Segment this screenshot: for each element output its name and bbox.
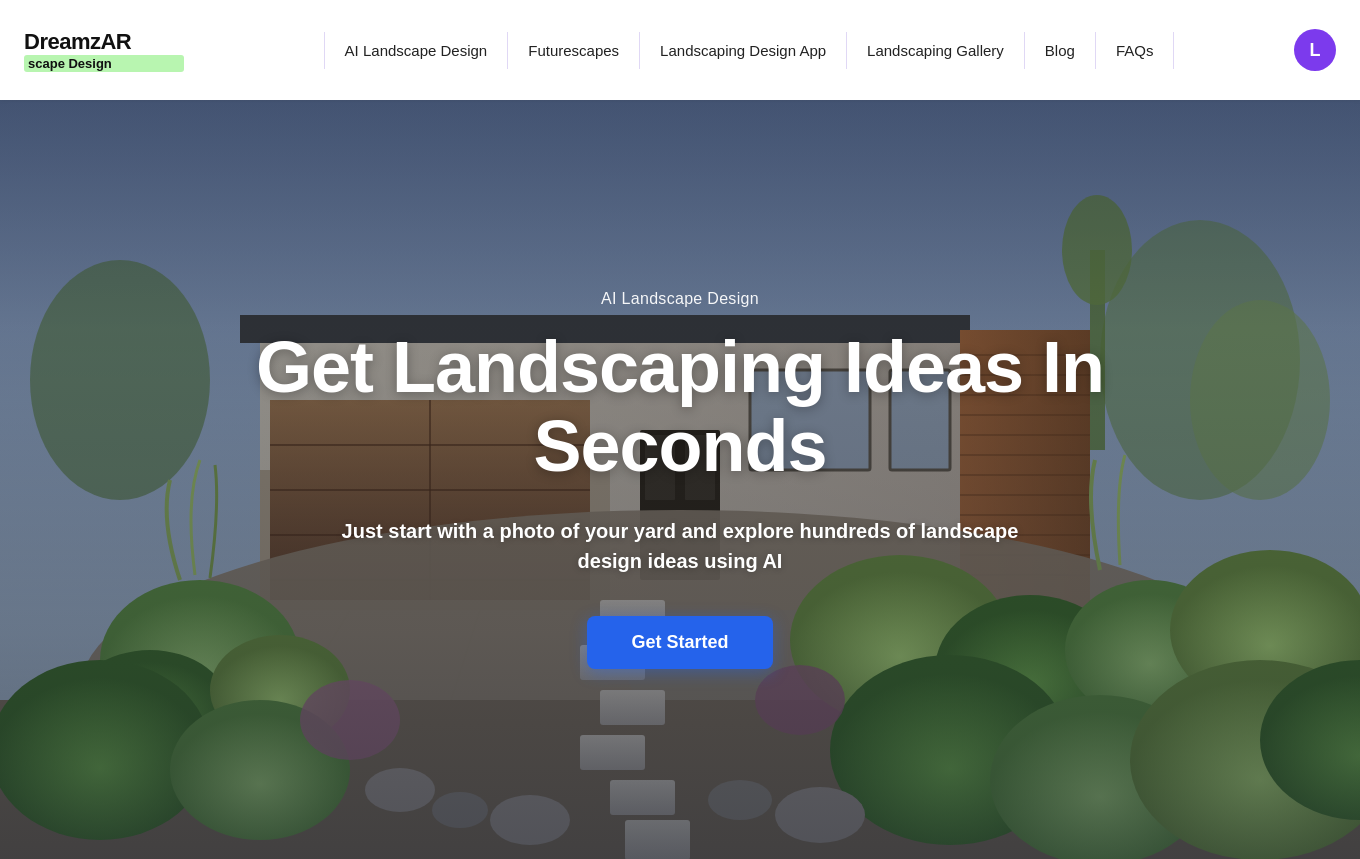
nav-item-futurescapes[interactable]: Futurescapes (508, 32, 640, 69)
nav-item-landscaping-gallery[interactable]: Landscaping Gallery (847, 32, 1025, 69)
get-started-button[interactable]: Get Started (587, 616, 772, 669)
hero-subtitle: AI Landscape Design (601, 290, 759, 308)
hero-title: Get Landscaping Ideas In Seconds (250, 328, 1110, 486)
brand-tagline: scape Design (24, 55, 184, 72)
nav-item-faqs[interactable]: FAQs (1096, 32, 1175, 69)
main-nav: AI Landscape Design Futurescapes Landsca… (224, 32, 1274, 69)
nav-item-landscaping-design-app[interactable]: Landscaping Design App (640, 32, 847, 69)
nav-item-blog[interactable]: Blog (1025, 32, 1096, 69)
nav-item-ai-landscape-design[interactable]: AI Landscape Design (324, 32, 509, 69)
brand-name: DreamzAR (24, 29, 184, 55)
hero-section: AI Landscape Design Get Landscaping Idea… (0, 100, 1360, 859)
hero-description: Just start with a photo of your yard and… (320, 516, 1040, 576)
header: DreamzAR scape Design AI Landscape Desig… (0, 0, 1360, 100)
hero-content: AI Landscape Design Get Landscaping Idea… (0, 100, 1360, 859)
header-cta-button[interactable]: L (1294, 29, 1336, 71)
logo[interactable]: DreamzAR scape Design (24, 29, 184, 72)
